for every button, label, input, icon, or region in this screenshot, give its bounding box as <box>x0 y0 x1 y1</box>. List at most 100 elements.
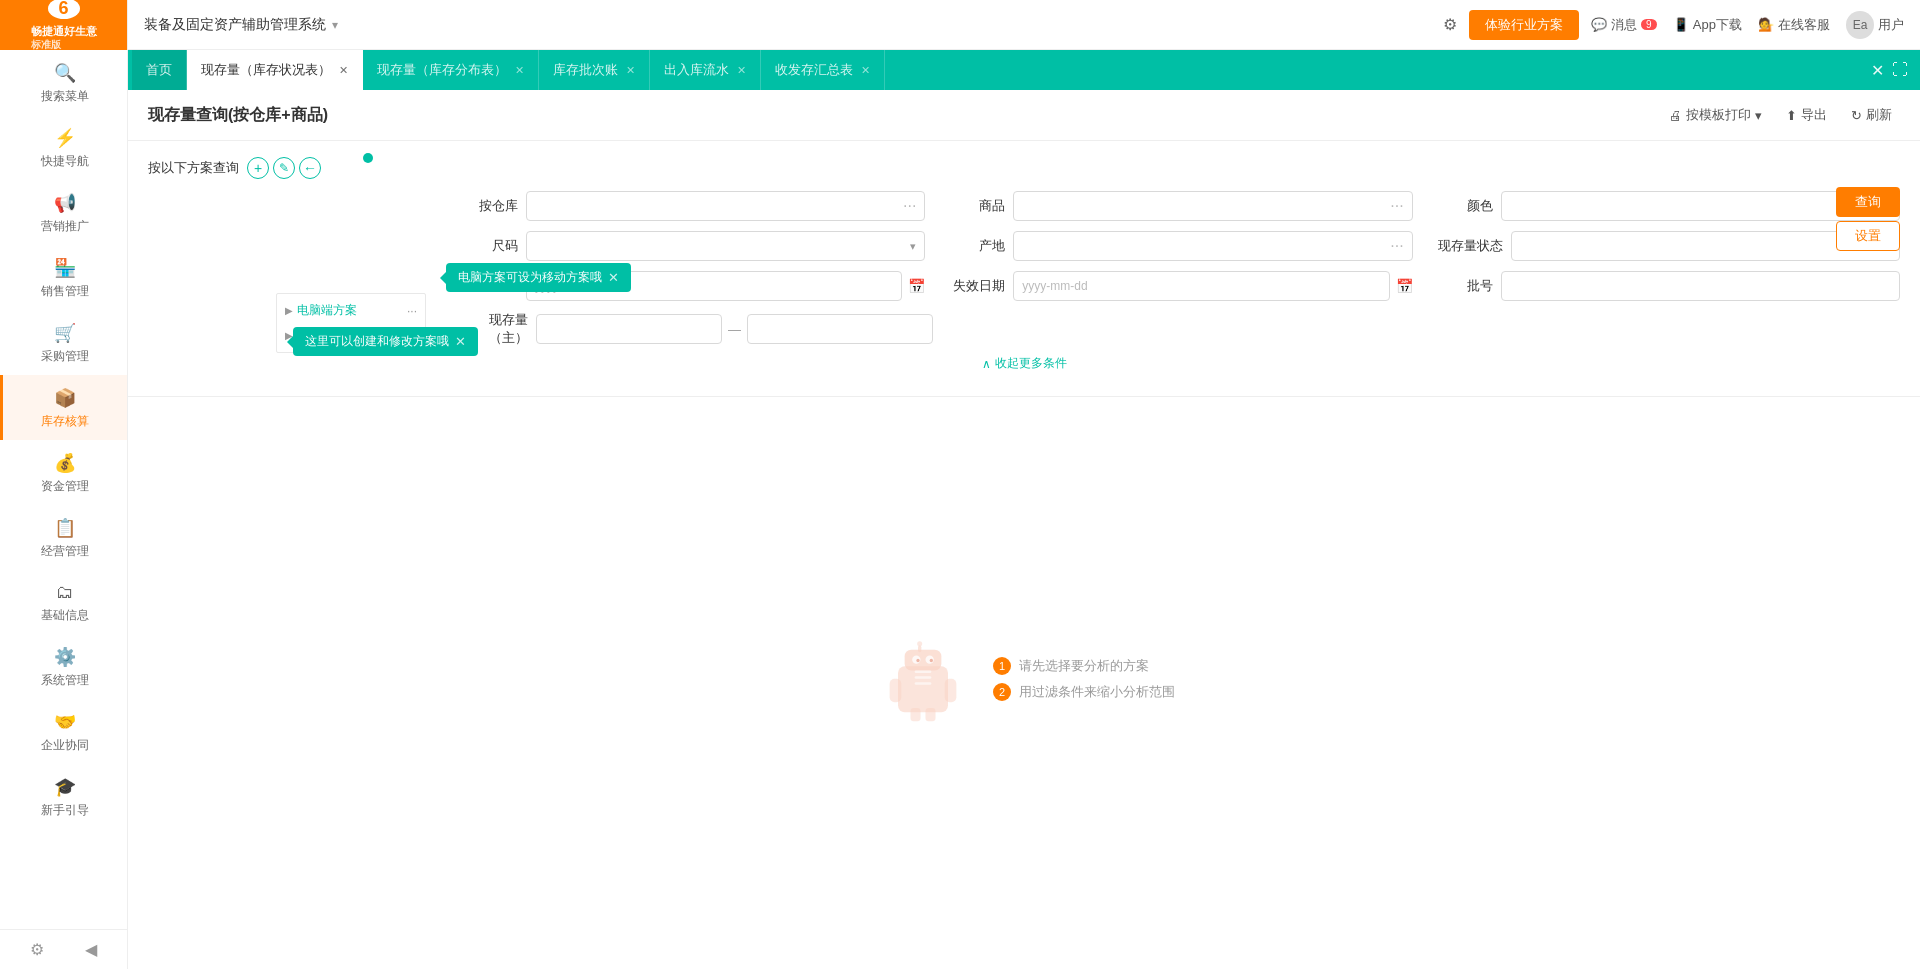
sidebar-item-label: 采购管理 <box>41 348 89 365</box>
add-scheme-btn[interactable]: + <box>247 157 269 179</box>
query-button[interactable]: 查询 <box>1836 187 1900 217</box>
tab-close-icon[interactable]: ✕ <box>626 64 635 77</box>
system-name: 装备及固定资产辅助管理系统 ▾ <box>144 16 1431 34</box>
svg-rect-4 <box>926 708 936 721</box>
sidebar-item-base[interactable]: 🗂 基础信息 <box>0 570 127 634</box>
main-area: 装备及固定资产辅助管理系统 ▾ ⚙ 体验行业方案 💬 消息 9 📱 App下载 … <box>128 0 1920 969</box>
tab-close-icon[interactable]: ✕ <box>339 64 348 77</box>
refresh-button[interactable]: ↻ 刷新 <box>1843 102 1900 128</box>
svg-rect-3 <box>911 708 921 721</box>
sidebar-item-marketing[interactable]: 📢 营销推广 <box>0 180 127 245</box>
sales-icon: 🏪 <box>54 257 76 279</box>
trial-button[interactable]: 体验行业方案 <box>1469 10 1579 40</box>
window-close-icon[interactable]: ✕ <box>1871 61 1884 80</box>
tab-label: 收发存汇总表 <box>775 61 853 79</box>
tab-home[interactable]: 首页 <box>132 50 187 90</box>
tab-receive-summary[interactable]: 收发存汇总表 ✕ <box>761 50 885 90</box>
sidebar-collapse-btn[interactable]: ◀ <box>85 940 97 959</box>
size-select[interactable]: ▾ <box>526 231 925 261</box>
reset-button[interactable]: 设置 <box>1836 221 1900 251</box>
origin-label: 产地 <box>945 237 1005 255</box>
tooltip-create-scheme: 这里可以创建和修改方案哦 ✕ <box>293 327 478 356</box>
size-control: ▾ <box>526 231 925 261</box>
batch-input[interactable] <box>1501 271 1900 301</box>
filter-warehouse: 按仓库 ··· <box>458 191 925 221</box>
logo-icon: 6 <box>48 0 80 19</box>
sidebar-item-search[interactable]: 🔍 搜索菜单 <box>0 50 127 115</box>
filter-expire-date: 失效日期 yyyy-mm-dd 📅 <box>945 271 1412 301</box>
export-button[interactable]: ⬆ 导出 <box>1778 102 1835 128</box>
sidebar-item-inventory[interactable]: 📦 库存核算 <box>0 375 127 440</box>
filter-size: 尺码 ▾ <box>458 231 925 261</box>
tooltip-text: 电脑方案可设为移动方案哦 <box>458 269 602 286</box>
sidebar-nav: 🔍 搜索菜单 ⚡ 快捷导航 📢 营销推广 🏪 销售管理 🛒 采购管理 📦 库存核… <box>0 50 127 929</box>
sidebar-item-sales[interactable]: 🏪 销售管理 <box>0 245 127 310</box>
expire-date-label: 失效日期 <box>945 277 1005 295</box>
action-buttons: 查询 设置 <box>1836 187 1900 251</box>
sidebar-item-purchase[interactable]: 🛒 采购管理 <box>0 310 127 375</box>
arrow-left-btn[interactable]: ← <box>299 157 321 179</box>
query-section: 按以下方案查询 + ✎ ← ▶ 电脑端方案 ··· ▶ 移动端方案 <box>128 141 1920 397</box>
empty-text: 1 请先选择要分析的方案 2 用过滤条件来缩小分析范围 <box>993 657 1175 709</box>
tab-batch-account[interactable]: 库存批次账 ✕ <box>539 50 650 90</box>
support-action[interactable]: 💁 在线客服 <box>1758 16 1830 34</box>
sidebar-bottom: ⚙ ◀ <box>0 929 127 969</box>
sidebar-item-operation[interactable]: 📋 经营管理 <box>0 505 127 570</box>
sidebar-item-enterprise[interactable]: 🤝 企业协同 <box>0 699 127 764</box>
chevron-down-icon: ▾ <box>910 240 916 253</box>
calendar-icon[interactable]: 📅 <box>1396 278 1413 294</box>
stock-min-input[interactable] <box>536 314 722 344</box>
content-area: 现存量查询(按仓库+商品) 🖨 按模板打印 ▾ ⬆ 导出 ↻ 刷新 <box>128 90 1920 969</box>
empty-illustration <box>873 633 973 733</box>
stock-range: — <box>536 314 933 344</box>
tab-close-icon[interactable]: ✕ <box>861 64 870 77</box>
tab-close-icon[interactable]: ✕ <box>737 64 746 77</box>
export-icon: ⬆ <box>1786 108 1797 123</box>
size-label: 尺码 <box>458 237 518 255</box>
tab-label: 库存批次账 <box>553 61 618 79</box>
tooltip-close-btn[interactable]: ✕ <box>608 270 619 285</box>
goods-select[interactable]: ··· <box>1013 191 1412 221</box>
filter-stock-status: 现存量状态 ▾ <box>1433 231 1900 261</box>
user-action[interactable]: Ea 用户 <box>1846 11 1904 39</box>
svg-rect-1 <box>890 679 902 702</box>
refresh-icon: ↻ <box>1851 108 1862 123</box>
page-header: 现存量查询(按仓库+商品) 🖨 按模板打印 ▾ ⬆ 导出 ↻ 刷新 <box>128 90 1920 141</box>
sidebar-item-label: 经营管理 <box>41 543 89 560</box>
sidebar-item-quicknav[interactable]: ⚡ 快捷导航 <box>0 115 127 180</box>
sidebar-item-label: 资金管理 <box>41 478 89 495</box>
base-icon: 🗂 <box>56 582 74 603</box>
stock-max-input[interactable] <box>747 314 933 344</box>
message-action[interactable]: 💬 消息 9 <box>1591 16 1657 34</box>
calendar-icon[interactable]: 📅 <box>908 278 925 294</box>
sidebar-item-finance[interactable]: 💰 资金管理 <box>0 440 127 505</box>
scheme-pc-label: 电脑端方案 <box>297 302 357 319</box>
sidebar-logo: 6 畅捷通好生意 标准版 <box>0 0 127 50</box>
svg-point-14 <box>917 641 922 646</box>
origin-select[interactable]: ··· <box>1013 231 1412 261</box>
header-settings-icon[interactable]: ⚙ <box>1443 15 1457 34</box>
tab-close-icon[interactable]: ✕ <box>515 64 524 77</box>
print-button[interactable]: 🖨 按模板打印 ▾ <box>1661 102 1770 128</box>
warehouse-label: 按仓库 <box>458 197 518 215</box>
inventory-icon: 📦 <box>54 387 76 409</box>
guide-icon: 🎓 <box>54 776 76 798</box>
edit-scheme-btn[interactable]: ✎ <box>273 157 295 179</box>
warehouse-select[interactable]: ··· <box>526 191 925 221</box>
app-download-action[interactable]: 📱 App下载 <box>1673 16 1742 34</box>
sidebar-item-label: 基础信息 <box>41 607 89 624</box>
tab-inventory-status[interactable]: 现存量（库存状况表） ✕ <box>187 50 363 90</box>
tooltip-close-btn[interactable]: ✕ <box>455 334 466 349</box>
sidebar-item-system[interactable]: ⚙️ 系统管理 <box>0 634 127 699</box>
scheme-pc[interactable]: ▶ 电脑端方案 ··· <box>277 298 425 323</box>
sidebar-item-guide[interactable]: 🎓 新手引导 <box>0 764 127 829</box>
tab-inventory-dist[interactable]: 现存量（库存分布表） ✕ <box>363 50 539 90</box>
expire-date-input[interactable]: yyyy-mm-dd <box>1013 271 1389 301</box>
sidebar-settings-btn[interactable]: ⚙ <box>30 940 44 959</box>
sidebar-item-label: 销售管理 <box>41 283 89 300</box>
tab-inout-flow[interactable]: 出入库流水 ✕ <box>650 50 761 90</box>
goods-control: ··· <box>1013 191 1412 221</box>
avatar: Ea <box>1846 11 1874 39</box>
page-actions: 🖨 按模板打印 ▾ ⬆ 导出 ↻ 刷新 <box>1661 102 1900 128</box>
window-maximize-icon[interactable]: ⛶ <box>1892 61 1908 79</box>
